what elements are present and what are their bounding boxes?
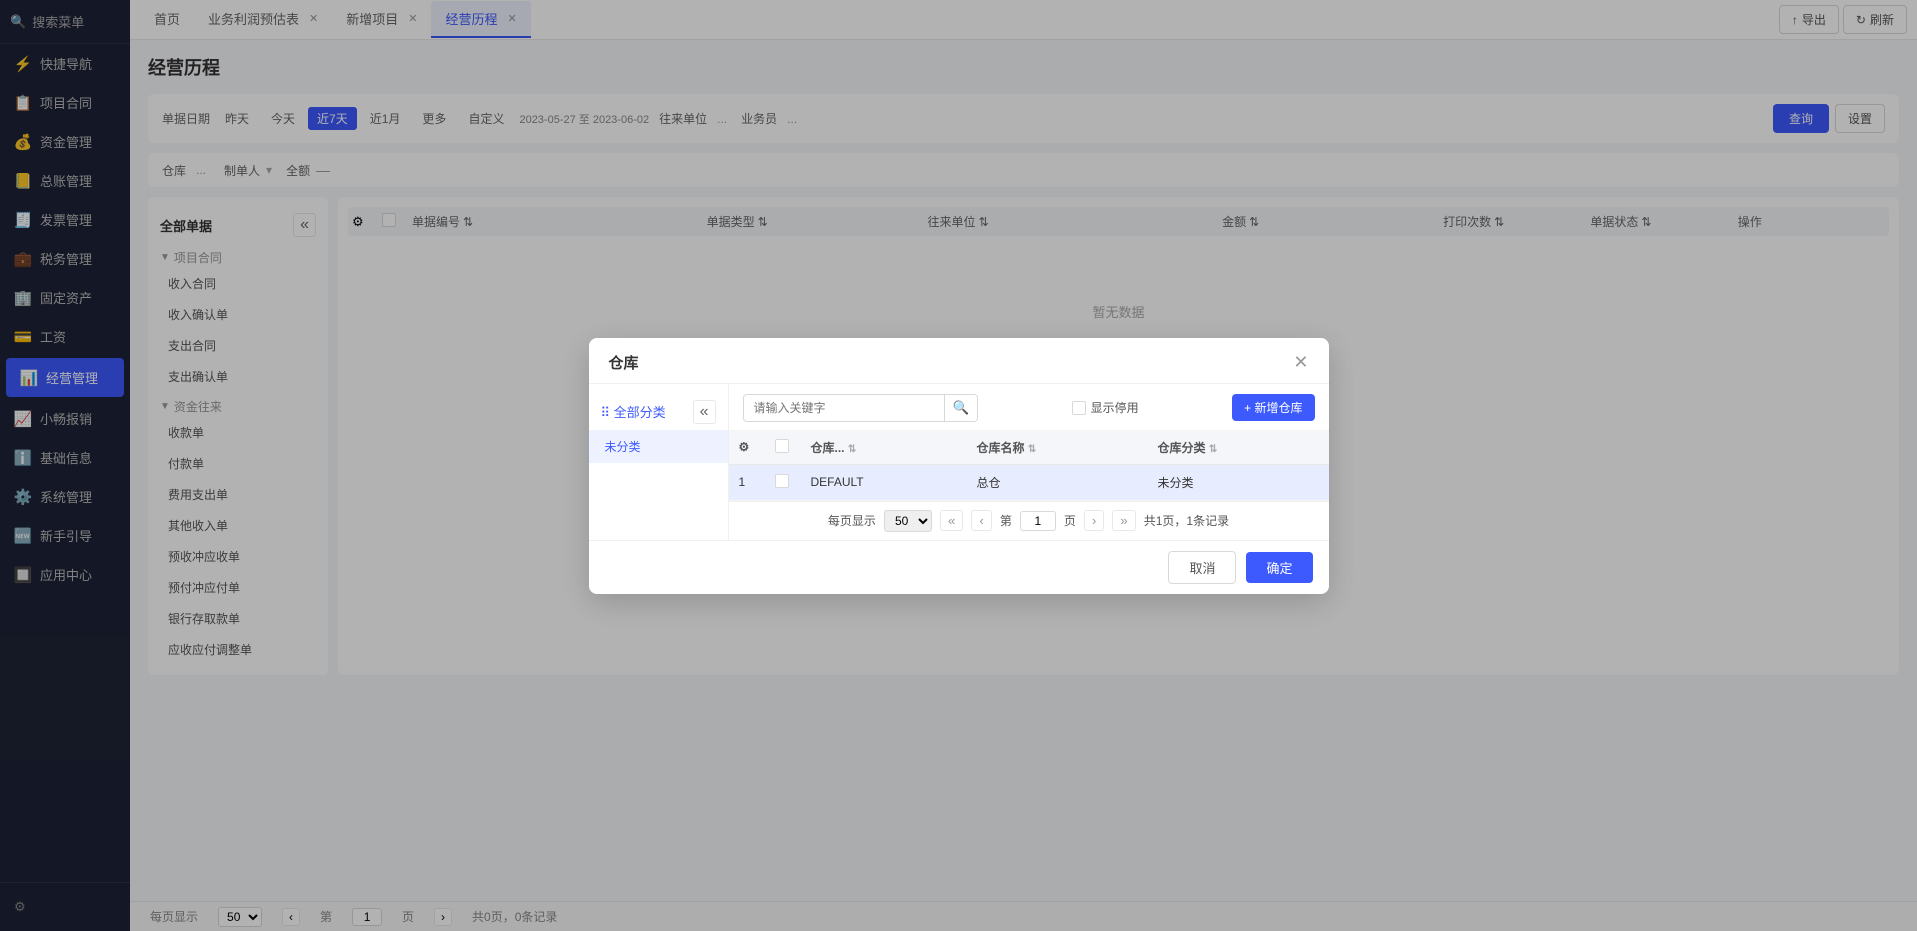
per-page-label: 每页显示 <box>828 512 876 529</box>
modal-sidebar-header[interactable]: ⠿ 全部分类 « <box>589 394 728 430</box>
modal-sidebar-label: ⠿ 全部分类 <box>601 402 666 421</box>
modal-pagination: 每页显示 50 « ‹ 第 页 › » 共1页，1条记录 <box>729 501 1329 540</box>
th-warehouse-name: 仓库名称 ⇅ <box>966 431 1147 465</box>
modal-search-wrap: 🔍 <box>743 394 979 422</box>
cancel-button[interactable]: 取消 <box>1168 551 1236 584</box>
last-page-btn[interactable]: » <box>1112 510 1135 531</box>
modal-overlay: 仓库 ✕ ⠿ 全部分类 « 未分类 <box>0 0 1917 931</box>
next-page-btn[interactable]: › <box>1084 510 1104 531</box>
first-page-btn[interactable]: « <box>940 510 963 531</box>
modal-title: 仓库 <box>609 352 639 373</box>
td-row-num: 1 <box>729 464 765 500</box>
th-warehouse-code: 仓库... ⇅ <box>801 431 967 465</box>
total-records: 共1页，1条记录 <box>1144 512 1229 529</box>
th-settings: ⚙ <box>729 431 765 465</box>
modal-sidebar: ⠿ 全部分类 « 未分类 <box>589 384 729 540</box>
td-warehouse-name: 总仓 <box>966 464 1147 500</box>
modal-sidebar-item-uncategorized[interactable]: 未分类 <box>589 430 728 463</box>
td-row-checkbox <box>765 464 801 500</box>
modal-main: 🔍 显示停用 + 新增仓库 ⚙ 仓库... ⇅ <box>729 384 1329 540</box>
td-warehouse-category: 未分类 <box>1147 464 1328 500</box>
page-input[interactable] <box>1020 511 1056 531</box>
row-checkbox[interactable] <box>775 474 789 488</box>
add-warehouse-button[interactable]: + 新增仓库 <box>1232 394 1314 421</box>
warehouse-modal: 仓库 ✕ ⠿ 全部分类 « 未分类 <box>589 338 1329 594</box>
prev-page-btn[interactable]: ‹ <box>971 510 991 531</box>
th-warehouse-category: 仓库分类 ⇅ <box>1147 431 1328 465</box>
modal-footer: 取消 确定 <box>589 540 1329 594</box>
show-disabled-label[interactable]: 显示停用 <box>1072 399 1139 416</box>
td-warehouse-code: DEFAULT <box>801 464 967 500</box>
modal-close-button[interactable]: ✕ <box>1293 352 1308 373</box>
modal-body: ⠿ 全部分类 « 未分类 🔍 <box>589 384 1329 540</box>
show-disabled-checkbox[interactable] <box>1072 401 1086 415</box>
modal-sidebar-collapse-btn[interactable]: « <box>693 400 716 424</box>
table-row[interactable]: 1 DEFAULT 总仓 未分类 <box>729 464 1329 500</box>
confirm-button[interactable]: 确定 <box>1246 552 1312 583</box>
page-suffix: 页 <box>1064 512 1076 529</box>
th-checkbox <box>765 431 801 465</box>
table-all-checkbox[interactable] <box>775 439 789 453</box>
modal-header: 仓库 ✕ <box>589 338 1329 384</box>
modal-search-button[interactable]: 🔍 <box>944 395 978 421</box>
per-page-select[interactable]: 50 <box>884 510 932 532</box>
page-label: 第 <box>1000 512 1012 529</box>
table-settings-icon[interactable]: ⚙ <box>739 440 750 454</box>
modal-table: ⚙ 仓库... ⇅ 仓库名称 ⇅ 仓库分类 ⇅ 1 DEFA <box>729 431 1329 501</box>
modal-search-input[interactable] <box>744 396 944 420</box>
modal-toolbar: 🔍 显示停用 + 新增仓库 <box>729 384 1329 431</box>
